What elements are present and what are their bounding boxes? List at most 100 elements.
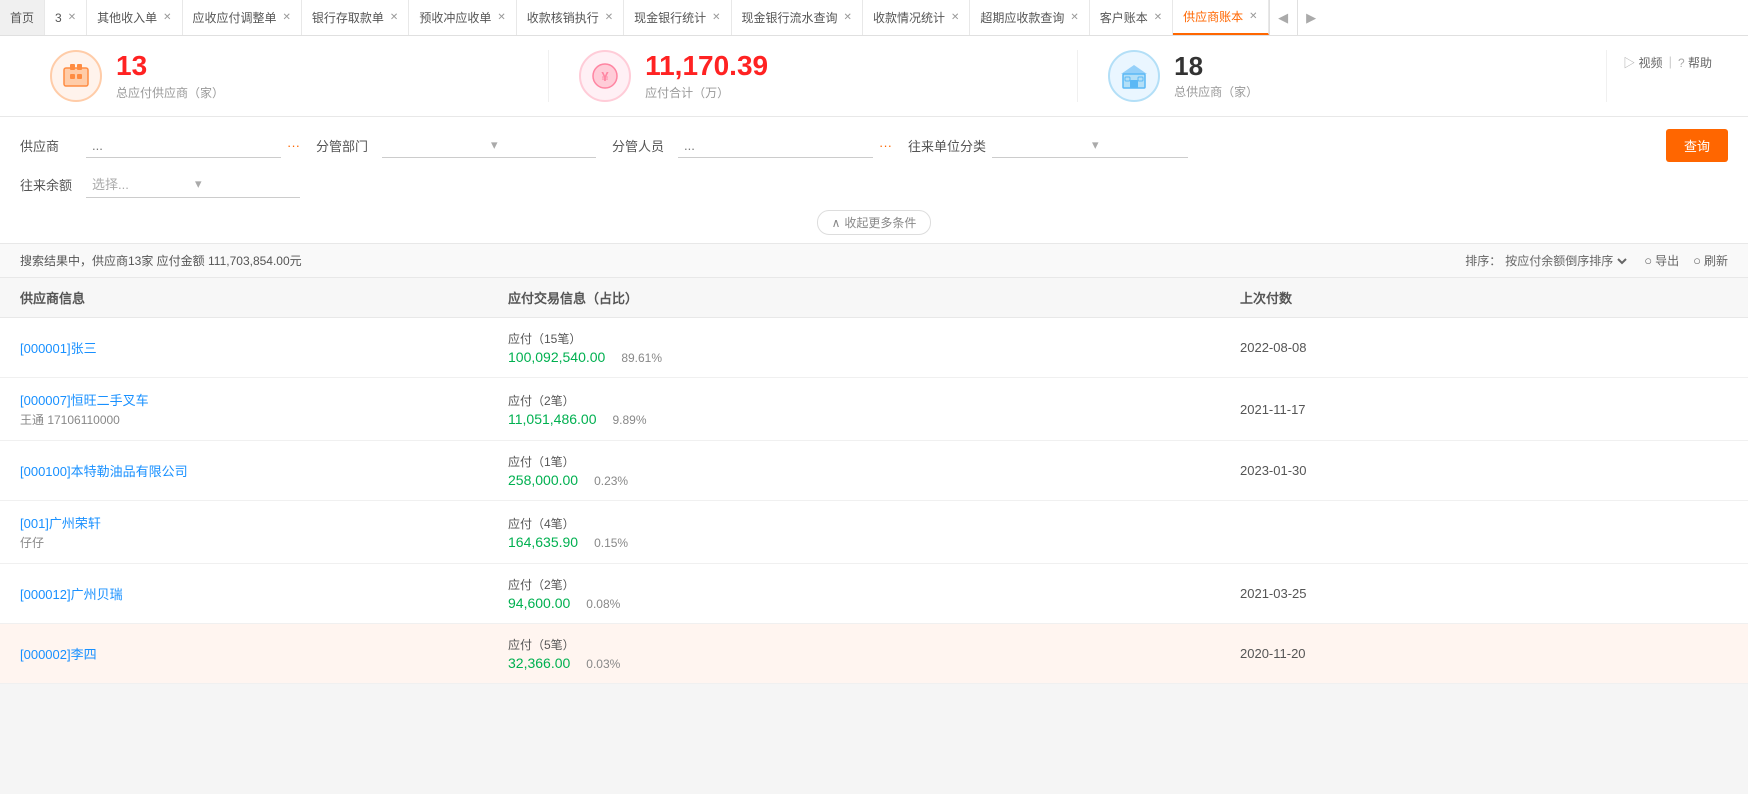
nav-close-cash-bank-stat[interactable]: ✕ <box>712 12 720 23</box>
dept-filter-label: 分管部门 <box>316 136 376 155</box>
supplier-info-0: [000001]张三 <box>20 338 508 357</box>
collapse-up-icon: ∧ <box>832 216 841 230</box>
tx-info-5: 应付（5笔） 32,366.00 0.03% <box>508 636 1240 671</box>
nav-item-pre-receive[interactable]: 预收冲应收单 ✕ <box>409 0 516 35</box>
filter-person: 分管人员 ··· <box>612 134 892 158</box>
collapse-button[interactable]: ∧ 收起更多条件 <box>817 210 932 235</box>
balance-filter-label: 往来余额 <box>20 175 80 194</box>
balance-chevron-icon: ▾ <box>195 176 294 192</box>
nav-close-cash-bank-flow[interactable]: ✕ <box>844 12 852 23</box>
balance-filter-dropdown[interactable]: 选择... ▾ <box>86 170 300 198</box>
collapse-bar: ∧ 收起更多条件 <box>20 206 1728 235</box>
nav-item-cash-bank-flow[interactable]: 现金银行流水查询 ✕ <box>732 0 863 35</box>
nav-close-overdue-query[interactable]: ✕ <box>1070 12 1078 23</box>
table-row: [000100]本特勒油品有限公司 应付（1笔） 258,000.00 0.23… <box>0 441 1748 501</box>
tx-percent-0: 89.61% <box>621 351 662 365</box>
nav-close-customer-ledger[interactable]: ✕ <box>1154 12 1162 23</box>
help-link[interactable]: ? 帮助 <box>1678 54 1712 71</box>
tx-row-3: 164,635.90 0.15% <box>508 534 1240 550</box>
nav-close-other-income[interactable]: ✕ <box>163 12 171 23</box>
nav-close-bank-deposit[interactable]: ✕ <box>390 12 398 23</box>
tx-amount-5[interactable]: 32,366.00 <box>508 655 570 671</box>
nav-close-receipt-stat[interactable]: ✕ <box>951 12 959 23</box>
tx-percent-5: 0.03% <box>586 657 620 671</box>
top-links: ▷ 视频 | ? 帮助 <box>1607 50 1728 102</box>
nav-close-tab3[interactable]: ✕ <box>68 12 76 23</box>
supplier-link-1[interactable]: [000007]恒旺二手叉车 <box>20 393 149 408</box>
nav-item-tab3[interactable]: 3 ✕ <box>45 0 87 35</box>
export-icon: ○ <box>1644 253 1652 268</box>
search-button[interactable]: 查询 <box>1666 129 1728 162</box>
table-row: [000007]恒旺二手叉车 王通 17106110000 应付（2笔） 11,… <box>0 378 1748 441</box>
tx-amount-0[interactable]: 100,092,540.00 <box>508 349 605 365</box>
nav-label-customer-ledger: 客户账本 <box>1100 9 1148 26</box>
supplier-label: 总应付供应商（家） <box>116 84 224 101</box>
filter-supplier: 供应商 ··· <box>20 134 300 158</box>
video-link[interactable]: ▷ 视频 <box>1623 54 1662 71</box>
supplier-link-5[interactable]: [000002]李四 <box>20 647 97 662</box>
supplier-link-0[interactable]: [000001]张三 <box>20 341 97 356</box>
tx-amount-3[interactable]: 164,635.90 <box>508 534 578 550</box>
nav-item-customer-ledger[interactable]: 客户账本 ✕ <box>1090 0 1173 35</box>
tx-amount-2[interactable]: 258,000.00 <box>508 472 578 488</box>
supplier-sub-3: 仔仔 <box>20 534 508 551</box>
nav-close-payment-verify[interactable]: ✕ <box>605 12 613 23</box>
tx-amount-1[interactable]: 11,051,486.00 <box>508 411 597 427</box>
nav-item-bank-deposit[interactable]: 银行存取款单 ✕ <box>302 0 409 35</box>
nav-label-cash-bank-flow: 现金银行流水查询 <box>742 9 838 26</box>
nav-label-bank-deposit: 银行存取款单 <box>312 9 384 26</box>
col-header-tx: 应付交易信息（占比） <box>508 288 1240 307</box>
last-pay-1: 2021-11-17 <box>1240 402 1728 417</box>
person-filter-ellipsis[interactable]: ··· <box>879 138 892 153</box>
filter-row-1: 供应商 ··· 分管部门 ▾ 分管人员 ··· 往来单位分类 ▾ 查询 <box>20 129 1728 162</box>
nav-close-supplier-ledger[interactable]: ✕ <box>1249 11 1257 22</box>
result-info: 搜索结果中，供应商13家 应付金额 111,703,854.00元 <box>20 252 302 269</box>
last-pay-5: 2020-11-20 <box>1240 646 1728 661</box>
tx-label-4: 应付（2笔） <box>508 576 1240 593</box>
tx-info-2: 应付（1笔） 258,000.00 0.23% <box>508 453 1240 488</box>
amount-icon: ¥ <box>579 50 631 102</box>
sort-select[interactable]: 按应付余额倒序排序 按应付余额升序排序 按供应商名称排序 <box>1501 253 1630 269</box>
last-pay-date-1: 2021-11-17 <box>1240 402 1306 417</box>
col-header-supplier: 供应商信息 <box>20 288 508 307</box>
nav-item-home[interactable]: 首页 <box>0 0 45 35</box>
supplier-filter-ellipsis[interactable]: ··· <box>287 138 300 153</box>
table-row: [001]广州荣轩 仔仔 应付（4笔） 164,635.90 0.15% <box>0 501 1748 564</box>
nav-item-payment-verify[interactable]: 收款核销执行 ✕ <box>517 0 624 35</box>
amount-label: 应付合计（万） <box>645 84 768 101</box>
export-button[interactable]: ○ 导出 <box>1644 252 1679 269</box>
card-content-total: 18 总供应商（家） <box>1174 52 1258 100</box>
nav-item-other-income[interactable]: 其他收入单 ✕ <box>87 0 182 35</box>
filter-dept: 分管部门 ▾ <box>316 133 596 158</box>
person-filter-input[interactable] <box>678 134 873 158</box>
summary-section: 13 总应付供应商（家） ¥ 11,170.39 应付合计（万） 1 <box>0 36 1748 117</box>
tx-info-4: 应付（2笔） 94,600.00 0.08% <box>508 576 1240 611</box>
supplier-link-2[interactable]: [000100]本特勒油品有限公司 <box>20 464 188 479</box>
nav-label-other-income: 其他收入单 <box>97 9 157 26</box>
supplier-info-1: [000007]恒旺二手叉车 王通 17106110000 <box>20 390 508 428</box>
dept-filter-dropdown[interactable]: ▾ <box>382 133 596 158</box>
nav-item-ar-ap-adjust[interactable]: 应收应付调整单 ✕ <box>183 0 302 35</box>
table-section: 供应商信息 应付交易信息（占比） 上次付数 [000001]张三 应付（15笔）… <box>0 278 1748 684</box>
refresh-button[interactable]: ○ 刷新 <box>1693 252 1728 269</box>
supplier-filter-input[interactable] <box>86 134 281 158</box>
tx-amount-4[interactable]: 94,600.00 <box>508 595 570 611</box>
nav-item-cash-bank-stat[interactable]: 现金银行统计 ✕ <box>624 0 731 35</box>
nav-prev-arrow[interactable]: ◀ <box>1269 0 1297 35</box>
supplier-link-3[interactable]: [001]广州荣轩 <box>20 516 101 531</box>
supplier-link-4[interactable]: [000012]广州贝瑞 <box>20 587 123 602</box>
nav-close-ar-ap-adjust[interactable]: ✕ <box>283 12 291 23</box>
supplier-icon <box>50 50 102 102</box>
export-label: 导出 <box>1655 252 1679 269</box>
supplier-info-2: [000100]本特勒油品有限公司 <box>20 461 508 480</box>
nav-item-overdue-query[interactable]: 超期应收款查询 ✕ <box>970 0 1089 35</box>
tx-label-2: 应付（1笔） <box>508 453 1240 470</box>
nav-item-supplier-ledger[interactable]: 供应商账本 ✕ <box>1173 0 1268 35</box>
last-pay-date-4: 2021-03-25 <box>1240 586 1307 601</box>
nav-next-arrow[interactable]: ▶ <box>1297 0 1325 35</box>
nav-item-receipt-stat[interactable]: 收款情况统计 ✕ <box>863 0 970 35</box>
nav-close-pre-receive[interactable]: ✕ <box>497 12 505 23</box>
col-header-lastpay: 上次付数 <box>1240 288 1728 307</box>
supplier-count: 13 <box>116 51 224 82</box>
category-filter-dropdown[interactable]: ▾ <box>992 133 1188 158</box>
